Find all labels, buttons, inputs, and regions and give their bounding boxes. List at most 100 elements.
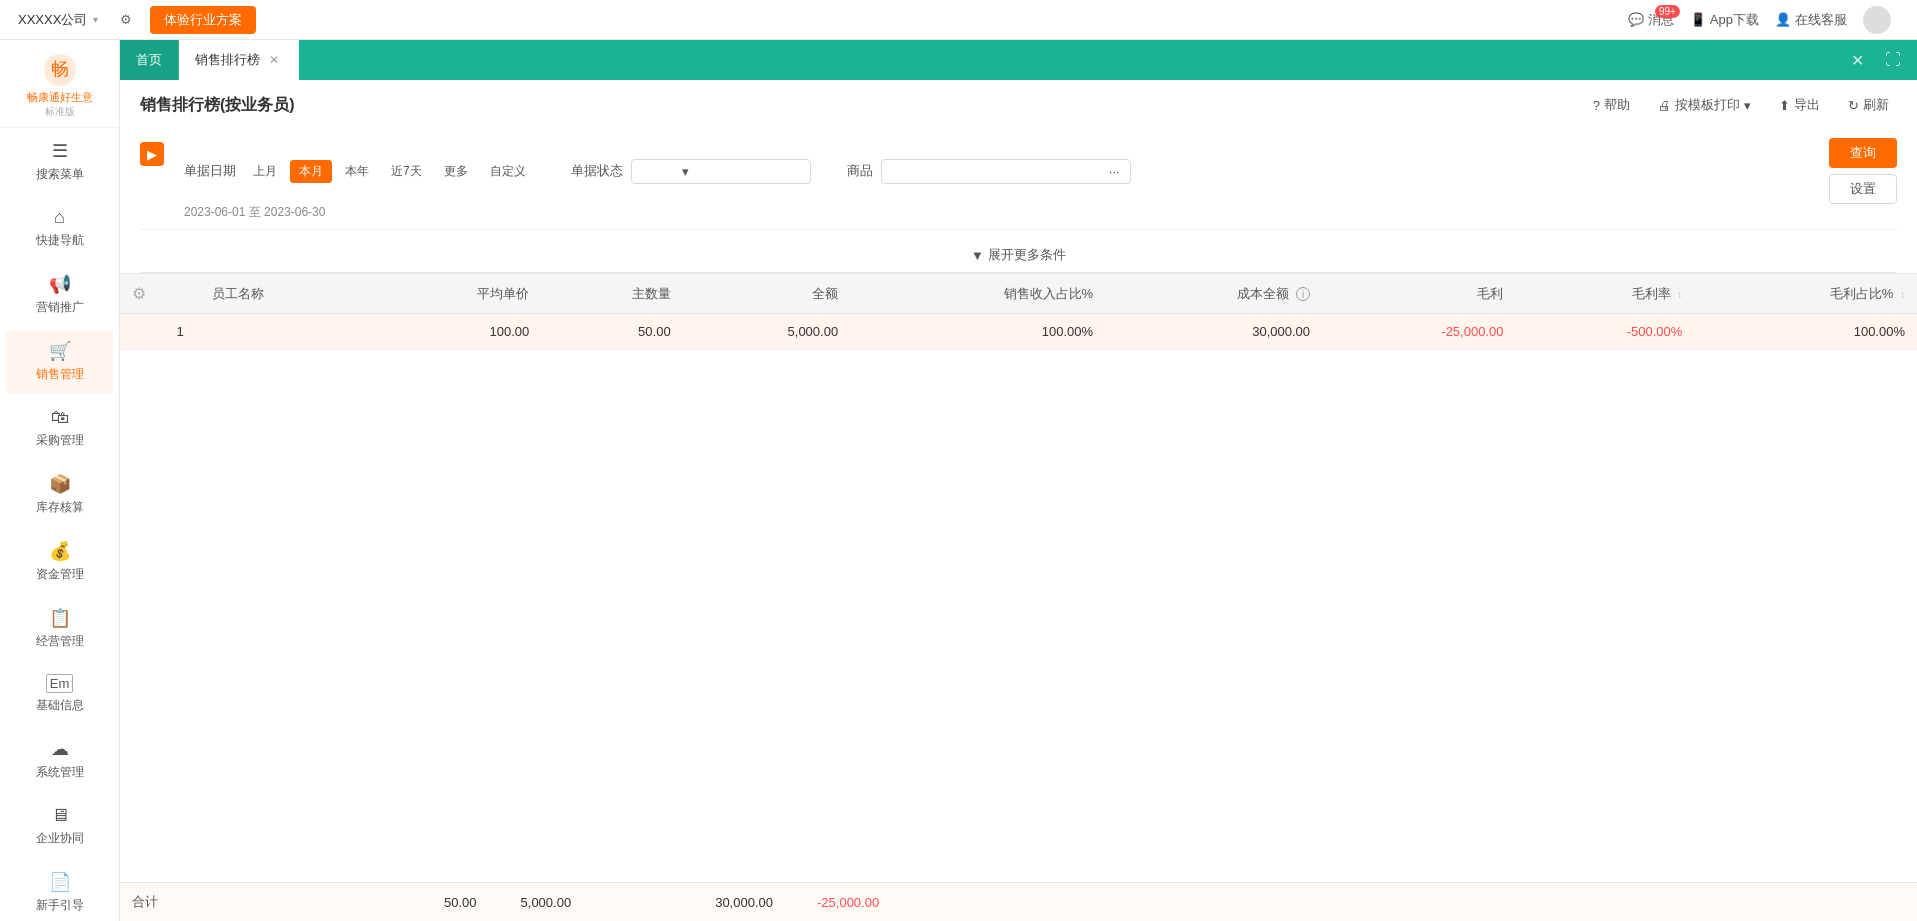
sidebar-item-label: 营销推广 xyxy=(36,299,84,316)
search-order-icon: ☰ xyxy=(52,140,68,162)
print-icon: 🖨 xyxy=(1658,98,1671,113)
chevron-down-icon: ▾ xyxy=(93,14,98,25)
finance-icon: 💰 xyxy=(49,540,71,562)
tab-close-icon[interactable]: ✕ xyxy=(266,52,282,68)
sidebar-item-label: 采购管理 xyxy=(36,432,84,449)
operations-icon: 📋 xyxy=(49,607,71,629)
sidebar-item-label: 基础信息 xyxy=(36,697,84,714)
logo-icon: 畅 xyxy=(42,52,78,88)
footer-avg-price xyxy=(352,895,432,910)
sidebar-item-inventory[interactable]: 📦 库存核算 xyxy=(6,463,113,526)
date-btn-more[interactable]: 更多 xyxy=(435,160,477,183)
sidebar-item-enterprise[interactable]: 🖥 企业协同 xyxy=(6,795,113,857)
settings-button[interactable]: 设置 xyxy=(1829,174,1897,204)
footer-values: 50.00 5,000.00 30,000.00 -25,000.00 xyxy=(192,895,1905,910)
message-badge: 99+ xyxy=(1655,5,1680,18)
sidebar-item-operations[interactable]: 📋 经营管理 xyxy=(6,597,113,660)
tab-expand-btn[interactable]: ⛶ xyxy=(1879,46,1907,74)
svg-text:畅: 畅 xyxy=(51,59,69,79)
product-more-icon: ··· xyxy=(1109,164,1120,179)
page-title-row: 销售排行榜(按业务员) ? 帮助 🖨 按模板打印 ▾ ⬆ xyxy=(140,92,1897,118)
sidebar-item-label: 企业协同 xyxy=(36,830,84,847)
refresh-btn[interactable]: ↻ 刷新 xyxy=(1840,92,1897,118)
gross-pct-sort-icon[interactable]: ↕ xyxy=(1900,289,1905,300)
settings-icon-btn[interactable]: ⚙ xyxy=(112,6,140,34)
avatar[interactable] xyxy=(1863,6,1891,34)
query-button[interactable]: 查询 xyxy=(1829,138,1897,168)
status-select[interactable]: ▾ xyxy=(631,159,811,184)
col-settings: ⚙ xyxy=(120,274,160,314)
date-filter-group: 单据日期 上月 本月 本年 近7天 更多 自定义 xyxy=(184,160,535,183)
product-input[interactable]: ··· xyxy=(881,159,1131,184)
table-header-row: ⚙ 员工名称 平均单价 主数量 全额 销售收入占比% 成本全额 i xyxy=(120,274,1917,314)
date-btn-last-month[interactable]: 上月 xyxy=(244,160,286,183)
sidebar-item-quick-nav[interactable]: ⌂ 快捷导航 xyxy=(6,197,113,259)
sidebar-item-search-order[interactable]: ☰ 搜索菜单 xyxy=(6,130,113,193)
sidebar-item-marketing[interactable]: 📢 营销推广 xyxy=(6,263,113,326)
sidebar-item-new-guide[interactable]: 📄 新手引导 xyxy=(6,861,113,921)
date-buttons: 上月 本月 本年 近7天 更多 自定义 xyxy=(244,160,535,183)
print-template-btn[interactable]: 🖨 按模板打印 ▾ xyxy=(1650,92,1759,118)
filter-expand-arrow[interactable]: ▶ xyxy=(140,142,164,166)
sidebar-item-sales[interactable]: 🛒 销售管理 xyxy=(6,330,113,393)
col-sales-pct: 销售收入占比% xyxy=(850,274,1105,314)
cell-rank: 1 xyxy=(160,314,200,350)
sales-icon: 🛒 xyxy=(49,340,71,362)
app-download-btn[interactable]: 📱 App下载 xyxy=(1690,11,1759,29)
filter-arrow-btn[interactable]: ▶ xyxy=(140,138,164,176)
sidebar-item-label: 库存核算 xyxy=(36,499,84,516)
date-btn-this-year[interactable]: 本年 xyxy=(336,160,378,183)
date-range-value: 2023-06-01 至 2023-06-30 xyxy=(184,205,325,219)
sidebar-item-label: 资金管理 xyxy=(36,566,84,583)
sidebar-item-label: 搜索菜单 xyxy=(36,166,84,183)
tab-close-window-btn[interactable]: ✕ xyxy=(1843,46,1871,74)
trial-button[interactable]: 体验行业方案 xyxy=(150,6,256,34)
marketing-icon: 📢 xyxy=(49,273,71,295)
company-selector[interactable]: XXXXX公司 ▾ xyxy=(10,7,106,33)
col-settings-icon[interactable]: ⚙ xyxy=(132,285,146,302)
date-filter-label: 单据日期 xyxy=(184,162,236,180)
table-row[interactable]: 1 100.00 50.00 5,000.00 100.00% 30,000.0… xyxy=(120,314,1917,350)
expand-more-row: ▼ 展开更多条件 xyxy=(140,229,1897,272)
cell-employee xyxy=(200,314,371,350)
tab-home[interactable]: 首页 xyxy=(120,40,179,80)
cell-gross-pct: 100.00% xyxy=(1694,314,1917,350)
date-range-display: 2023-06-01 至 2023-06-30 xyxy=(184,204,1897,229)
print-label: 按模板打印 xyxy=(1675,96,1740,114)
expand-more-btn[interactable]: ▼ 展开更多条件 xyxy=(971,242,1066,268)
sidebar-logo: 畅 畅康通好生意 标准版 xyxy=(0,40,119,128)
date-btn-custom[interactable]: 自定义 xyxy=(481,160,535,183)
query-action-btns: 查询 设置 xyxy=(1829,138,1897,204)
sidebar-item-purchase[interactable]: 🛍 采购管理 xyxy=(6,397,113,459)
export-label: 导出 xyxy=(1794,96,1820,114)
sidebar-item-finance[interactable]: 💰 资金管理 xyxy=(6,530,113,593)
product-filter-group: 商品 ··· xyxy=(847,159,1131,184)
sidebar-item-basic-info[interactable]: Em 基础信息 xyxy=(6,664,113,724)
gross-rate-sort-icon[interactable]: ↕ xyxy=(1677,289,1682,300)
footer-sales-pct xyxy=(583,895,683,910)
cell-sales-pct: 100.00% xyxy=(850,314,1105,350)
help-btn[interactable]: ? 帮助 xyxy=(1585,92,1638,118)
export-btn[interactable]: ⬆ 导出 xyxy=(1771,92,1828,118)
top-bar-right: 💬 消息 99+ 📱 App下载 👤 在线客服 xyxy=(1628,6,1907,34)
tab-bar: 首页 销售排行榜 ✕ ✕ ⛶ xyxy=(120,40,1917,80)
date-btn-this-month[interactable]: 本月 xyxy=(290,160,332,183)
inventory-icon: 📦 xyxy=(49,473,71,495)
col-avg-price: 平均单价 xyxy=(371,274,542,314)
cost-info-icon[interactable]: i xyxy=(1296,287,1310,301)
expand-icon: ⛶ xyxy=(1885,51,1901,69)
status-filter-label: 单据状态 xyxy=(571,162,623,180)
expand-down-icon: ▼ xyxy=(971,248,984,263)
date-btn-7days[interactable]: 近7天 xyxy=(382,160,431,183)
online-service-btn[interactable]: 👤 在线客服 xyxy=(1775,11,1847,29)
sidebar-item-label: 系统管理 xyxy=(36,764,84,781)
purchase-icon: 🛍 xyxy=(51,407,69,428)
cell-cost: 30,000.00 xyxy=(1105,314,1322,350)
tab-sales-rank[interactable]: 销售排行榜 ✕ xyxy=(179,40,299,80)
sidebar-item-system[interactable]: ☁ 系统管理 xyxy=(6,728,113,791)
message-btn[interactable]: 💬 消息 99+ xyxy=(1628,11,1674,29)
refresh-label: 刷新 xyxy=(1863,96,1889,114)
page-title: 销售排行榜(按业务员) xyxy=(140,95,295,116)
refresh-icon: ↻ xyxy=(1848,98,1859,113)
footer-amount: 5,000.00 xyxy=(509,895,584,910)
